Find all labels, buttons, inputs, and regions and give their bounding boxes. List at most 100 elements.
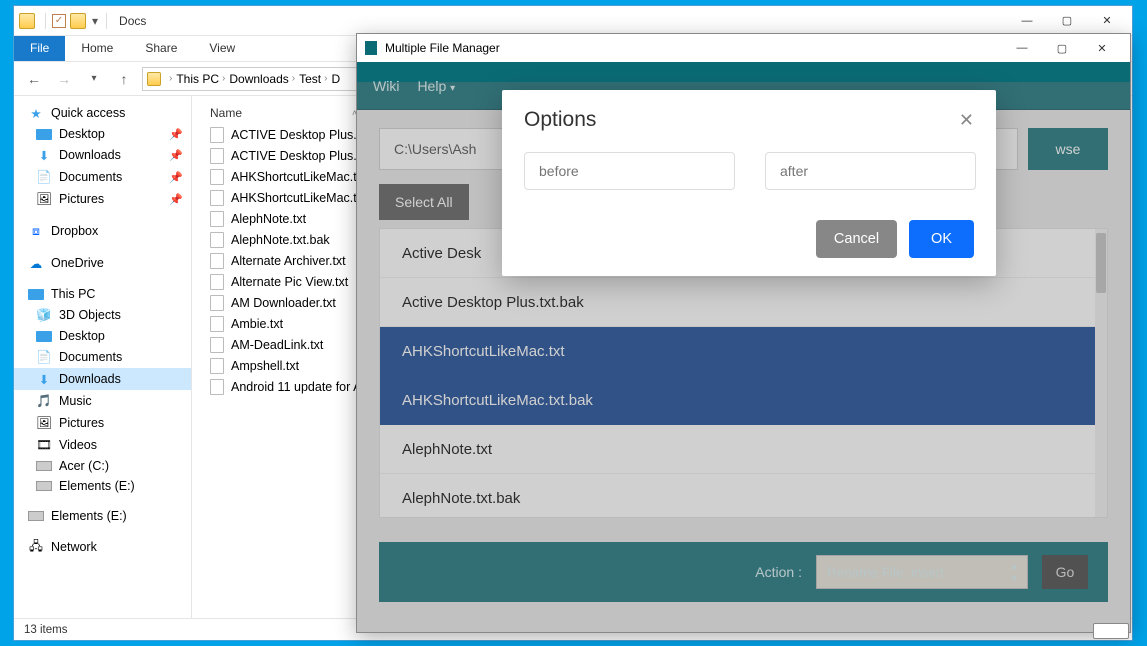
app-icon — [365, 41, 377, 55]
nav-drive-e[interactable]: Elements (E:) — [14, 476, 191, 496]
mfm-window: Multiple File Manager — ▢ ✕ Wiki Help ▾ … — [356, 33, 1131, 633]
text-file-icon — [210, 169, 224, 185]
nav-3d-objects[interactable]: 🧊3D Objects — [14, 304, 191, 326]
nav-drive-c[interactable]: Acer (C:) — [14, 456, 191, 476]
modal-close-button[interactable]: ✕ — [959, 110, 974, 131]
pin-icon: 📌 — [169, 193, 183, 206]
drive-icon — [28, 511, 44, 521]
text-file-icon — [210, 148, 224, 164]
pin-icon: 📌 — [169, 171, 183, 184]
nav-documents[interactable]: 📄Documents📌 — [14, 166, 191, 188]
nav-dropbox[interactable]: ⧈Dropbox — [14, 220, 191, 242]
ok-button[interactable]: OK — [909, 220, 974, 258]
nav-elements[interactable]: Elements (E:) — [14, 506, 191, 526]
breadcrumb-segment[interactable]: D — [331, 72, 340, 86]
file-name: AlephNote.txt.bak — [231, 233, 330, 247]
maximize-button[interactable]: ▢ — [1047, 7, 1087, 35]
maximize-button[interactable]: ▢ — [1042, 34, 1082, 62]
text-file-icon — [210, 379, 224, 395]
text-file-icon — [210, 274, 224, 290]
file-name: AM Downloader.txt — [231, 296, 336, 310]
recent-dropdown[interactable]: ▾ — [82, 67, 106, 91]
folder-icon — [147, 72, 161, 86]
explorer-titlebar: ✓ ▾ Docs — ▢ ✕ — [14, 6, 1132, 36]
nav-downloads[interactable]: ⬇Downloads📌 — [14, 144, 191, 166]
nav-onedrive[interactable]: ☁OneDrive — [14, 252, 191, 274]
file-name: AM-DeadLink.txt — [231, 338, 323, 352]
download-icon: ⬇ — [36, 371, 52, 387]
folder-icon — [19, 13, 35, 29]
cube-icon: 🧊 — [36, 307, 52, 323]
breadcrumb-segment[interactable]: This PC› — [176, 72, 225, 86]
star-icon: ★ — [28, 105, 44, 121]
tab-view[interactable]: View — [193, 36, 251, 61]
text-file-icon — [210, 337, 224, 353]
text-file-icon — [210, 316, 224, 332]
breadcrumb-segment[interactable]: Downloads› — [229, 72, 295, 86]
cloud-icon: ☁ — [28, 255, 44, 271]
text-file-icon — [210, 211, 224, 227]
breadcrumb-segment[interactable]: Test› — [299, 72, 327, 86]
cancel-button[interactable]: Cancel — [816, 220, 897, 258]
mfm-titlebar: Multiple File Manager — ▢ ✕ — [357, 34, 1130, 62]
drive-icon — [36, 461, 52, 471]
pin-icon: 📌 — [169, 149, 183, 162]
desktop-icon — [36, 331, 52, 342]
options-modal: Options ✕ Cancel OK — [502, 90, 996, 276]
minimize-button[interactable]: — — [1007, 7, 1047, 35]
minimize-button[interactable]: — — [1002, 34, 1042, 62]
text-file-icon — [210, 253, 224, 269]
nav-music[interactable]: 🎵Music — [14, 390, 191, 412]
document-icon: 📄 — [36, 169, 52, 185]
up-button[interactable]: ↑ — [112, 67, 136, 91]
modal-title: Options — [524, 108, 596, 132]
file-name: AlephNote.txt — [231, 212, 306, 226]
file-name: Alternate Archiver.txt — [231, 254, 346, 268]
qat-properties-icon[interactable]: ✓ — [52, 14, 66, 28]
nav-videos[interactable]: 🎞Videos — [14, 434, 191, 456]
window-title: Docs — [119, 14, 146, 28]
nav-downloads[interactable]: ⬇Downloads — [14, 368, 191, 390]
file-name: AHKShortcutLikeMac.txt — [231, 170, 366, 184]
file-name: Ambie.txt — [231, 317, 283, 331]
network-icon: 🖧 — [28, 539, 44, 555]
text-file-icon — [210, 190, 224, 206]
back-button[interactable]: ← — [22, 67, 46, 91]
pictures-icon: 🖼 — [36, 415, 52, 431]
music-icon: 🎵 — [36, 393, 52, 409]
nav-documents[interactable]: 📄Documents — [14, 346, 191, 368]
nav-quick-access[interactable]: ★Quick access — [14, 102, 191, 124]
folder-icon[interactable] — [70, 13, 86, 29]
desktop-icon — [36, 129, 52, 140]
nav-this-pc[interactable]: This PC — [14, 284, 191, 304]
pc-icon — [28, 289, 44, 300]
nav-network[interactable]: 🖧Network — [14, 536, 191, 558]
drive-icon — [36, 481, 52, 491]
dropbox-icon: ⧈ — [28, 223, 44, 239]
close-button[interactable]: ✕ — [1087, 7, 1127, 35]
nav-pictures[interactable]: 🖼Pictures📌 — [14, 188, 191, 210]
tab-file[interactable]: File — [14, 36, 65, 61]
tab-share[interactable]: Share — [129, 36, 193, 61]
file-name: Alternate Pic View.txt — [231, 275, 348, 289]
status-text: 13 items — [24, 624, 67, 636]
nav-pictures[interactable]: 🖼Pictures — [14, 412, 191, 434]
before-input[interactable] — [524, 152, 735, 190]
file-name: Ampshell.txt — [231, 359, 299, 373]
nav-desktop[interactable]: Desktop📌 — [14, 124, 191, 144]
document-icon: 📄 — [36, 349, 52, 365]
video-icon: 🎞 — [36, 437, 52, 453]
taskbar-widget[interactable] — [1093, 623, 1129, 639]
after-input[interactable] — [765, 152, 976, 190]
pin-icon: 📌 — [169, 128, 183, 141]
chevron-right-icon: › — [169, 73, 172, 84]
text-file-icon — [210, 127, 224, 143]
nav-desktop[interactable]: Desktop — [14, 326, 191, 346]
text-file-icon — [210, 232, 224, 248]
file-name: ACTIVE Desktop Plus.txt — [231, 128, 370, 142]
forward-button[interactable]: → — [52, 67, 76, 91]
text-file-icon — [210, 295, 224, 311]
mfm-title: Multiple File Manager — [385, 41, 500, 55]
close-button[interactable]: ✕ — [1082, 34, 1122, 62]
tab-home[interactable]: Home — [65, 36, 129, 61]
